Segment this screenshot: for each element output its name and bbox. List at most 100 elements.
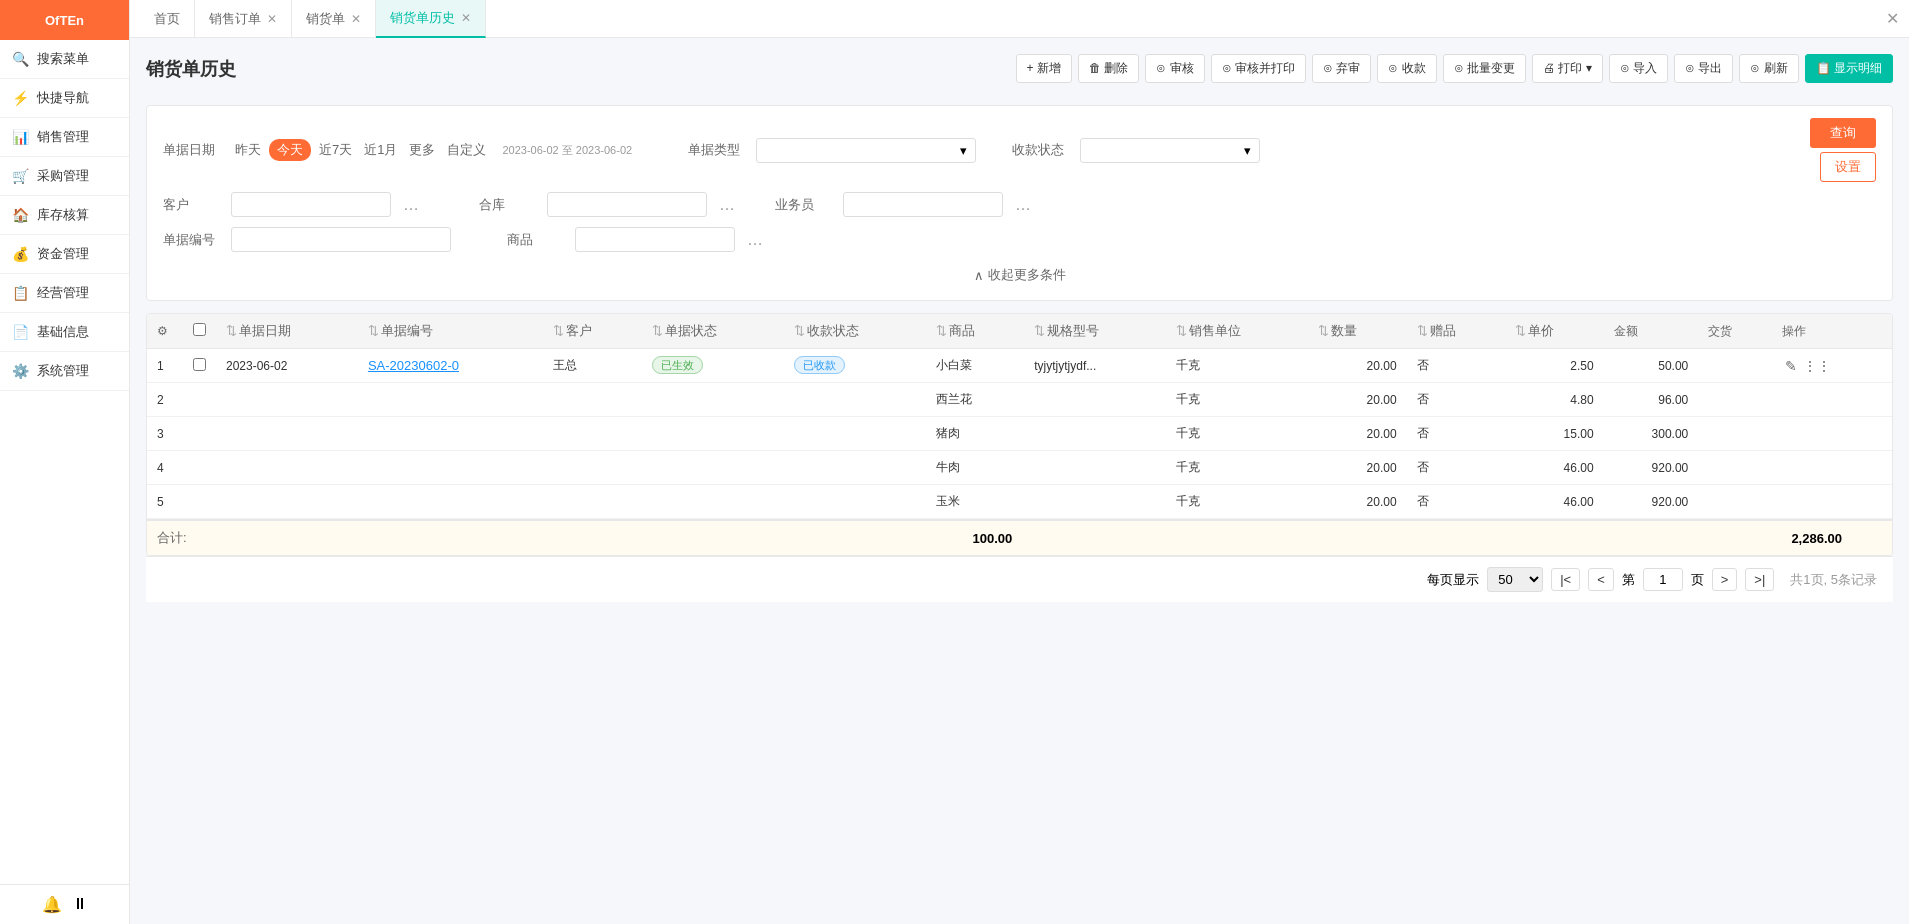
- th-customer[interactable]: ⇅客户: [543, 314, 642, 349]
- cell-customer: 王总: [543, 349, 642, 383]
- cell-doc-no: [358, 383, 543, 417]
- collapse-button[interactable]: ∧ 收起更多条件: [163, 262, 1876, 288]
- th-doc-status[interactable]: ⇅单据状态: [642, 314, 784, 349]
- tab-close-icon[interactable]: ✕: [267, 12, 277, 26]
- staff-more-icon[interactable]: …: [1011, 196, 1035, 214]
- goods-input[interactable]: [575, 227, 735, 252]
- refresh-button[interactable]: ⊙ 刷新: [1739, 54, 1798, 83]
- show-detail-button[interactable]: 📋 显示明细: [1805, 54, 1893, 83]
- sidebar-item-purchase-mgmt[interactable]: 🛒 采购管理: [0, 157, 129, 196]
- cell-amount: 300.00: [1604, 417, 1699, 451]
- first-page-button[interactable]: |<: [1551, 568, 1580, 591]
- date-label: 单据日期: [163, 141, 223, 159]
- pause-icon[interactable]: ⏸: [72, 895, 88, 914]
- main-area: 首页 销售订单 ✕ 销货单 ✕ 销货单历史 ✕ ✕ 销货单历史 + 新增 🗑 删…: [130, 0, 1909, 924]
- date-shortcuts: 昨天 今天 近7天 近1月 更多 自定义: [231, 139, 490, 161]
- doc-status-badge: 已生效: [652, 356, 703, 374]
- sidebar-item-search-menu[interactable]: 🔍 搜索菜单: [0, 40, 129, 79]
- page-number-input[interactable]: [1643, 568, 1683, 591]
- sidebar-item-finance[interactable]: 💰 资金管理: [0, 235, 129, 274]
- th-doc-date[interactable]: ⇅单据日期: [216, 314, 358, 349]
- per-page-select[interactable]: 50 100 200: [1487, 567, 1543, 592]
- cell-index: 3: [147, 417, 183, 451]
- window-close-button[interactable]: ✕: [1886, 9, 1899, 28]
- edit-op-button[interactable]: ✎: [1782, 358, 1800, 374]
- th-goods[interactable]: ⇅商品: [926, 314, 1025, 349]
- query-button[interactable]: 查询: [1810, 118, 1876, 148]
- tab-sales-history[interactable]: 销货单历史 ✕: [376, 0, 486, 38]
- doc-no-link[interactable]: SA-20230602-0: [368, 358, 459, 373]
- docno-input[interactable]: [231, 227, 451, 252]
- cell-trade: [1698, 349, 1771, 383]
- sidebar-item-sales-mgmt[interactable]: 📊 销售管理: [0, 118, 129, 157]
- cell-checkbox: [183, 451, 216, 485]
- sidebar-item-sys-mgmt[interactable]: ⚙️ 系统管理: [0, 352, 129, 391]
- new-button[interactable]: + 新增: [1016, 54, 1072, 83]
- clipboard-icon: 📋: [12, 285, 29, 301]
- warehouse-input[interactable]: [547, 192, 707, 217]
- sidebar-item-ops[interactable]: 📋 经营管理: [0, 274, 129, 313]
- collect-status-select[interactable]: ▾: [1080, 138, 1260, 163]
- more-op-button[interactable]: ⋮⋮: [1800, 358, 1834, 374]
- page-title: 销货单历史: [146, 57, 236, 81]
- sidebar-item-quick-nav[interactable]: ⚡ 快捷导航: [0, 79, 129, 118]
- sidebar-item-basic-info[interactable]: 📄 基础信息: [0, 313, 129, 352]
- shortcut-yesterday[interactable]: 昨天: [231, 139, 265, 161]
- audit-button[interactable]: ⊙ 审核: [1145, 54, 1204, 83]
- cell-gift: 否: [1407, 349, 1506, 383]
- content-area: 销货单历史 + 新增 🗑 删除 ⊙ 审核 ⊙ 审核并打印 ⊙ 弃审 ⊙ 收款 ⊙…: [130, 38, 1909, 924]
- tab-close-icon[interactable]: ✕: [351, 12, 361, 26]
- print-button[interactable]: 🖨 打印 ▾: [1532, 54, 1603, 83]
- th-gift[interactable]: ⇅赠品: [1407, 314, 1506, 349]
- th-settings[interactable]: ⚙: [147, 314, 183, 349]
- abandon-button[interactable]: ⊙ 弃审: [1312, 54, 1371, 83]
- cell-collect-status: [784, 417, 926, 451]
- cell-spec: [1024, 383, 1166, 417]
- staff-input[interactable]: [843, 192, 1003, 217]
- customer-more-icon[interactable]: …: [399, 196, 423, 214]
- notification-icon[interactable]: 🔔: [42, 895, 62, 914]
- select-all-checkbox[interactable]: [193, 323, 206, 336]
- next-page-button[interactable]: >: [1712, 568, 1738, 591]
- cell-checkbox: [183, 383, 216, 417]
- shortcut-1month[interactable]: 近1月: [360, 139, 401, 161]
- th-spec[interactable]: ⇅规格型号: [1024, 314, 1166, 349]
- th-doc-no[interactable]: ⇅单据编号: [358, 314, 543, 349]
- tab-sales-order[interactable]: 销售订单 ✕: [195, 0, 292, 38]
- shortcut-7days[interactable]: 近7天: [315, 139, 356, 161]
- cell-gift: 否: [1407, 383, 1506, 417]
- cell-doc-date: [216, 383, 358, 417]
- collect-button[interactable]: ⊙ 收款: [1377, 54, 1436, 83]
- tab-close-icon[interactable]: ✕: [461, 11, 471, 25]
- customer-input[interactable]: [231, 192, 391, 217]
- warehouse-more-icon[interactable]: …: [715, 196, 739, 214]
- audit-print-button[interactable]: ⊙ 审核并打印: [1211, 54, 1306, 83]
- goods-more-icon[interactable]: …: [743, 231, 767, 249]
- chevron-up-icon: ∧: [974, 268, 984, 283]
- shortcut-more[interactable]: 更多: [405, 139, 439, 161]
- batch-change-button[interactable]: ⊙ 批量变更: [1443, 54, 1526, 83]
- shortcut-custom[interactable]: 自定义: [443, 139, 490, 161]
- tab-home[interactable]: 首页: [140, 0, 195, 38]
- filter-actions: 查询 设置: [1810, 118, 1876, 182]
- delete-button[interactable]: 🗑 删除: [1078, 54, 1139, 83]
- th-collect-status[interactable]: ⇅收款状态: [784, 314, 926, 349]
- settings-button[interactable]: 设置: [1820, 152, 1876, 182]
- cell-price: 15.00: [1505, 417, 1604, 451]
- sidebar-item-inventory[interactable]: 🏠 库存核算: [0, 196, 129, 235]
- row-checkbox[interactable]: [193, 358, 206, 371]
- cell-doc-no: [358, 451, 543, 485]
- doctype-select[interactable]: ▾: [756, 138, 976, 163]
- cell-qty: 20.00: [1308, 485, 1407, 519]
- tab-sales-goods[interactable]: 销货单 ✕: [292, 0, 376, 38]
- shortcut-today[interactable]: 今天: [269, 139, 311, 161]
- export-button[interactable]: ⊙ 导出: [1674, 54, 1733, 83]
- th-price[interactable]: ⇅单价: [1505, 314, 1604, 349]
- th-unit[interactable]: ⇅销售单位: [1166, 314, 1308, 349]
- sidebar-item-label: 快捷导航: [37, 89, 89, 107]
- last-page-button[interactable]: >|: [1745, 568, 1774, 591]
- cell-goods: 西兰花: [926, 383, 1025, 417]
- th-qty[interactable]: ⇅数量: [1308, 314, 1407, 349]
- prev-page-button[interactable]: <: [1588, 568, 1614, 591]
- import-button[interactable]: ⊙ 导入: [1609, 54, 1668, 83]
